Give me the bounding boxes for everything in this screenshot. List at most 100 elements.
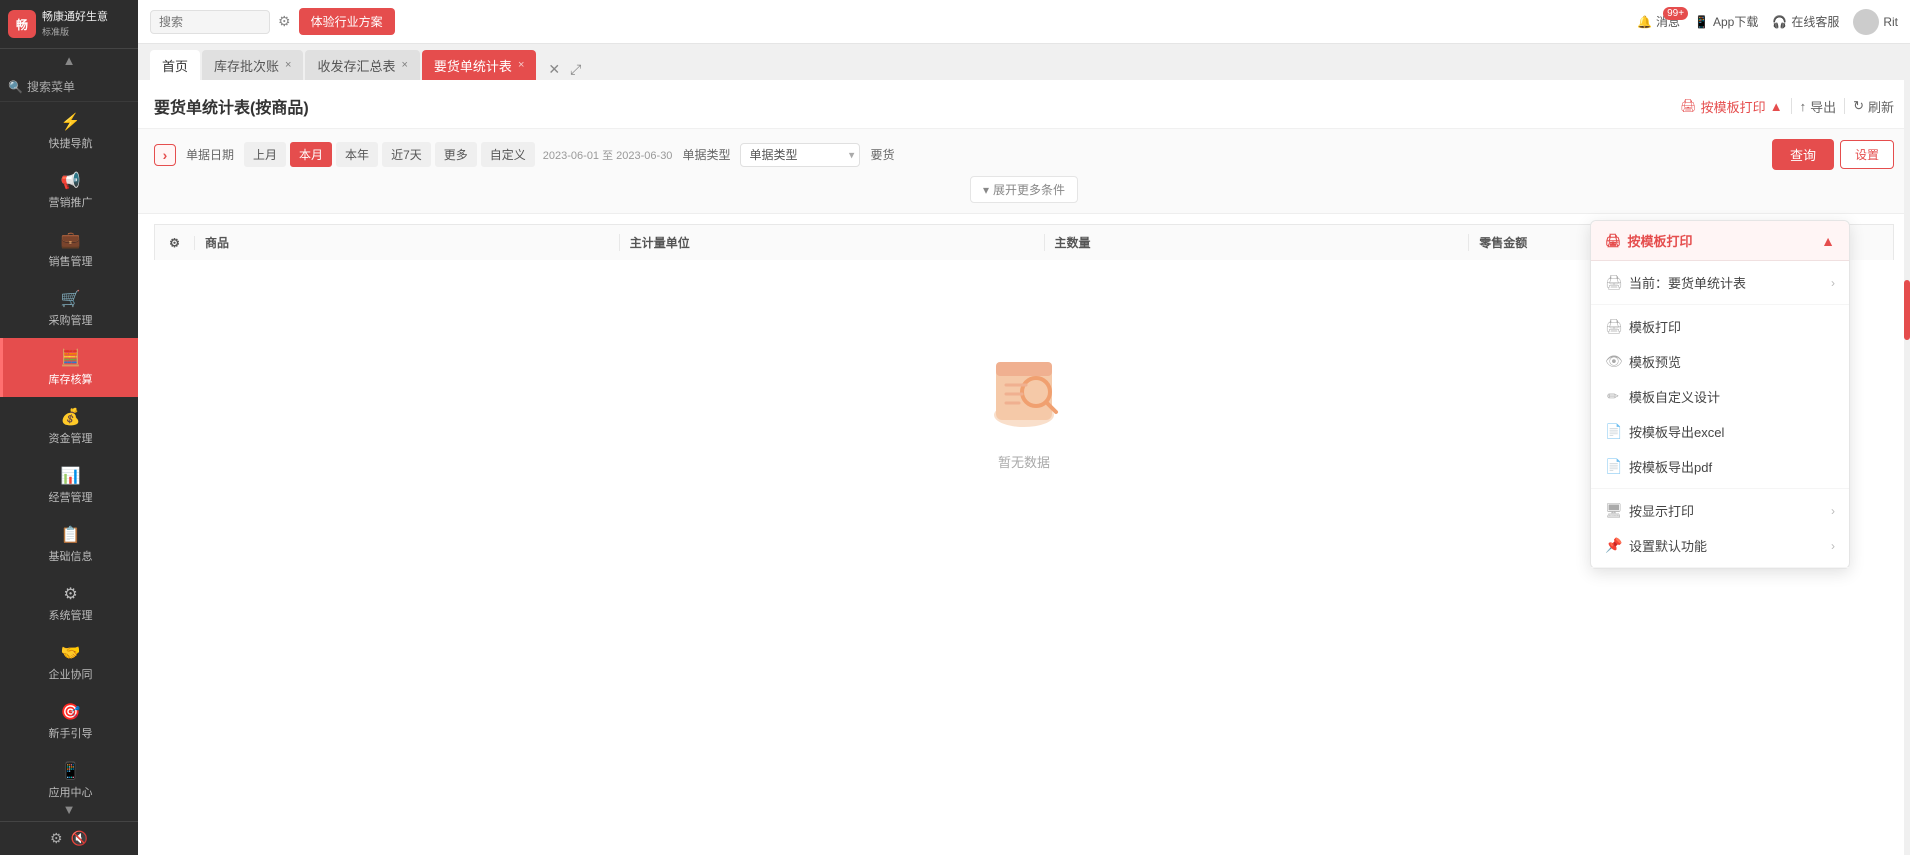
topbar-right: 🔔 消息 99+ 📱 App下载 🎧 在线客服 Rit <box>1637 9 1898 35</box>
btn-custom[interactable]: 自定义 <box>481 142 535 167</box>
sidebar-scroll-up[interactable]: ▲ <box>0 49 138 72</box>
trial-btn[interactable]: 体验行业方案 <box>299 8 395 35</box>
sidebar-item-label: 应用中心 <box>49 784 93 798</box>
dropdown-current-template[interactable]: 🖨 当前：要货单统计表 › <box>1591 265 1849 300</box>
sidebar-scroll-down[interactable]: ▼ <box>0 798 138 821</box>
chevron-down-icon: ▾ <box>983 183 989 197</box>
tab-home[interactable]: 首页 <box>150 50 200 80</box>
export-label: 导出 <box>1810 97 1836 116</box>
close-win-btn[interactable]: ✕ <box>546 59 562 80</box>
sidebar-item-purchase[interactable]: 🛒 采购管理 <box>0 279 138 338</box>
current-template-label: 当前：要货单统计表 <box>1629 273 1746 292</box>
tab-order-summary-close[interactable]: × <box>518 59 524 71</box>
sidebar-item-label: 库存核算 <box>49 371 93 387</box>
right-scrollbar[interactable] <box>1904 80 1910 855</box>
online-service-btn[interactable]: 🎧 在线客服 <box>1772 13 1839 30</box>
date-group: 上月 本月 本年 近7天 更多 自定义 2023-06-01 至 2023-06… <box>244 142 672 167</box>
yh-label: 要货 <box>870 146 894 163</box>
settings-btn[interactable]: 设置 <box>1840 140 1894 169</box>
top-search-input[interactable] <box>150 10 270 34</box>
order-type-select[interactable]: 单据类型 要货单 <box>740 143 860 167</box>
print-btn[interactable]: 🖨 按模板打印 ▲ <box>1680 97 1782 116</box>
export-excel-label: 按模板导出excel <box>1629 422 1724 441</box>
sidebar-item-app-center[interactable]: 📱 应用中心 <box>0 751 138 798</box>
refresh-label: 刷新 <box>1868 97 1894 116</box>
printer-icon: 🖨 <box>1680 98 1697 114</box>
set-default-icon: 📌 <box>1605 537 1621 554</box>
tab-inventory-batch[interactable]: 库存批次账 × <box>202 50 303 80</box>
guide-icon: 🎯 <box>61 702 81 722</box>
speaker-icon[interactable]: 🔇 <box>71 830 88 847</box>
online-service-label: 在线客服 <box>1791 13 1839 30</box>
user-name: Rit <box>1883 15 1898 29</box>
sidebar-item-label: 快捷导航 <box>49 135 93 151</box>
page-content: 要货单统计表(按商品) 🖨 按模板打印 ▲ ↑ 导出 ↻ 刷新 <box>138 80 1910 855</box>
basic-info-icon: 📋 <box>61 525 81 545</box>
chevron-right-icon-2: › <box>1831 504 1835 518</box>
display-print-label: 按显示打印 <box>1629 501 1694 520</box>
sidebar-item-label: 采购管理 <box>49 312 93 328</box>
btn-last-month[interactable]: 上月 <box>244 142 286 167</box>
current-template-left: 🖨 当前：要货单统计表 <box>1605 273 1746 292</box>
quick-nav-icon: ⚡ <box>61 112 81 132</box>
refresh-btn[interactable]: ↻ 刷新 <box>1853 97 1894 116</box>
sidebar-item-operations[interactable]: 📊 经营管理 <box>0 456 138 515</box>
sidebar-item-enterprise[interactable]: 🤝 企业协同 <box>0 633 138 692</box>
sidebar-item-quick-nav[interactable]: ⚡ 快捷导航 <box>0 102 138 161</box>
btn-current-year[interactable]: 本年 <box>336 142 378 167</box>
template-preview-label: 模板预览 <box>1629 352 1681 371</box>
dropdown-display-print[interactable]: 🖥 按显示打印 › <box>1591 493 1849 528</box>
export-btn[interactable]: ↑ 导出 <box>1800 97 1837 116</box>
th-quantity: 主数量 <box>1045 234 1470 251</box>
tab-receivables[interactable]: 收发存汇总表 × <box>305 50 419 80</box>
template-custom-label: 模板自定义设计 <box>1629 387 1720 406</box>
topbar-gear-icon[interactable]: ⚙ <box>278 13 291 30</box>
dropdown-item-template-custom[interactable]: ✏ 模板自定义设计 <box>1591 379 1849 414</box>
finance-icon: 💰 <box>61 407 81 427</box>
sidebar-item-guide[interactable]: 🎯 新手引导 <box>0 692 138 751</box>
query-btn[interactable]: 查询 <box>1772 139 1834 170</box>
sidebar-item-label: 资金管理 <box>49 430 93 446</box>
th-unit: 主计量单位 <box>620 234 1045 251</box>
template-preview-icon: 👁 <box>1605 353 1621 370</box>
settings-icon[interactable]: ⚙ <box>50 830 63 847</box>
tab-inventory-batch-close[interactable]: × <box>285 59 291 71</box>
scrollbar-thumb <box>1904 280 1910 340</box>
user-area[interactable]: Rit <box>1853 9 1898 35</box>
btn-current-month[interactable]: 本月 <box>290 142 332 167</box>
tab-receivables-close[interactable]: × <box>401 59 407 71</box>
sidebar-item-basic-info[interactable]: 📋 基础信息 <box>0 515 138 574</box>
sidebar-item-system[interactable]: ⚙ 系统管理 <box>0 574 138 633</box>
sidebar-item-finance[interactable]: 💰 资金管理 <box>0 397 138 456</box>
search-menu[interactable]: 🔍 搜索菜单 <box>0 72 138 102</box>
tab-order-summary[interactable]: 要货单统计表 × <box>422 50 536 80</box>
filter-area: › 单据日期 上月 本月 本年 近7天 更多 自定义 2023-06-01 至 … <box>138 129 1910 214</box>
expand-more-btn[interactable]: ▾ 展开更多条件 <box>970 176 1078 203</box>
btn-last-7-days[interactable]: 近7天 <box>382 142 431 167</box>
dropdown-set-default[interactable]: 📌 设置默认功能 › <box>1591 528 1849 563</box>
sidebar-item-sales[interactable]: 💼 销售管理 <box>0 220 138 279</box>
dropdown-item-template-preview[interactable]: 👁 模板预览 <box>1591 344 1849 379</box>
btn-more[interactable]: 更多 <box>435 142 477 167</box>
print-chevron-icon: ▲ <box>1770 99 1783 114</box>
app-name: 畅康通好生意 <box>42 10 108 24</box>
sidebar-item-inventory[interactable]: 🧮 库存核算 <box>0 338 138 397</box>
export-icon: ↑ <box>1800 99 1807 114</box>
maximize-win-btn[interactable]: ⤢ <box>568 59 583 80</box>
main-area: ⚙ 体验行业方案 🔔 消息 99+ 📱 App下载 🎧 在线客服 Rit <box>138 0 1910 855</box>
filter-expand-btn[interactable]: › <box>154 144 176 166</box>
headset-icon: 🎧 <box>1772 15 1787 29</box>
th-settings[interactable]: ⚙ <box>155 236 195 250</box>
dropdown-item-export-excel[interactable]: 📄 按模板导出excel <box>1591 414 1849 449</box>
tab-receivables-label: 收发存汇总表 <box>317 56 395 75</box>
user-avatar <box>1853 9 1879 35</box>
dropdown-item-template-print[interactable]: 🖨 模板打印 <box>1591 309 1849 344</box>
operations-icon: 📊 <box>61 466 81 486</box>
tab-inventory-batch-label: 库存批次账 <box>214 56 279 75</box>
dropdown-header[interactable]: 🖨 按模板打印 ▲ <box>1591 221 1849 261</box>
dropdown-collapse-icon[interactable]: ▲ <box>1821 233 1835 249</box>
app-download-btn[interactable]: 📱 App下载 <box>1694 13 1758 30</box>
dropdown-item-export-pdf[interactable]: 📄 按模板导出pdf <box>1591 449 1849 484</box>
notification-btn[interactable]: 🔔 消息 99+ <box>1637 13 1680 30</box>
sidebar-item-marketing[interactable]: 📢 营销推广 <box>0 161 138 220</box>
